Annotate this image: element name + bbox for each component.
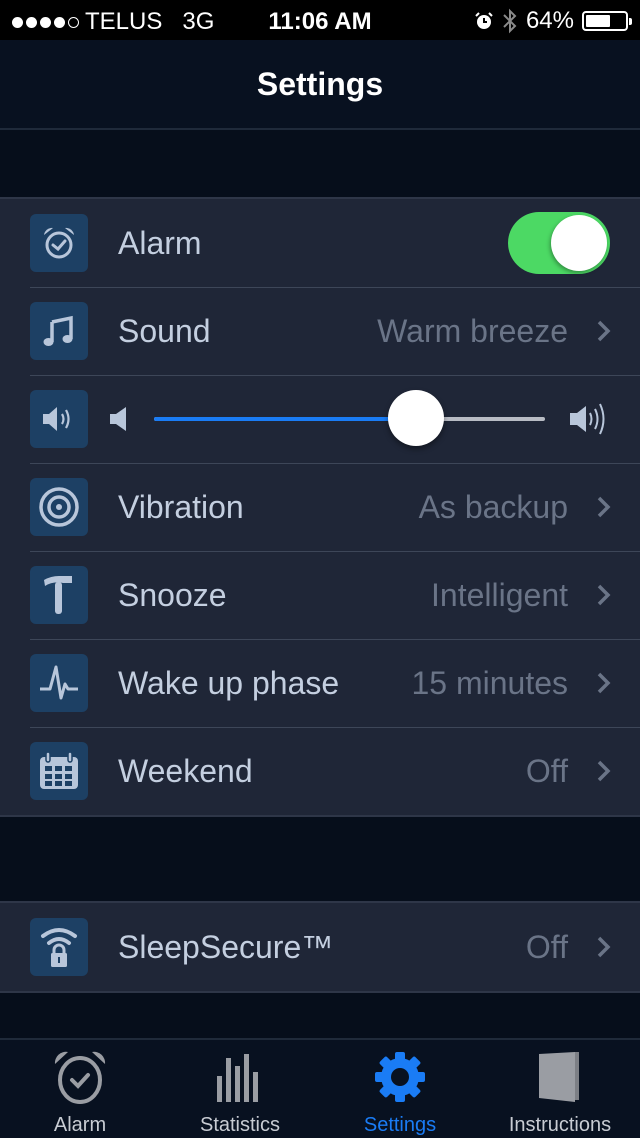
target-icon xyxy=(30,478,88,536)
snooze-value: Intelligent xyxy=(431,577,568,613)
sound-label: Sound xyxy=(118,313,211,349)
heartbeat-icon xyxy=(30,654,88,712)
speaker-icon xyxy=(30,390,88,448)
book-icon xyxy=(539,1052,579,1102)
vibration-value: As backup xyxy=(418,489,568,525)
volume-max-icon xyxy=(570,403,605,435)
alarm-clock-icon xyxy=(475,12,493,29)
chevron-right-icon xyxy=(597,760,611,782)
volume-row xyxy=(0,375,640,463)
alarm-toggle[interactable] xyxy=(508,212,610,274)
sleep-secure-value: Off xyxy=(525,929,568,965)
sound-row[interactable]: Sound Warm breeze xyxy=(0,287,640,375)
chevron-right-icon xyxy=(597,936,611,958)
tab-bar: Alarm Statistics Settings Instructions xyxy=(0,1038,640,1138)
tab-label: Instructions xyxy=(508,1114,612,1136)
tab-settings[interactable]: Settings xyxy=(320,1040,480,1138)
slider-fill xyxy=(154,417,416,421)
wifi-lock-icon xyxy=(30,918,88,976)
navigation-bar: Settings xyxy=(0,40,640,130)
weekend-value: Off xyxy=(525,753,568,789)
bar-chart-icon xyxy=(217,1054,258,1102)
tab-label: Statistics xyxy=(199,1114,281,1136)
weekend-label: Weekend xyxy=(118,753,253,789)
chevron-right-icon xyxy=(597,584,611,606)
wake-up-phase-value: 15 minutes xyxy=(411,665,568,701)
toggle-knob xyxy=(551,215,607,271)
volume-slider[interactable] xyxy=(154,390,545,446)
tab-label: Settings xyxy=(363,1114,437,1136)
wake-up-phase-row[interactable]: Wake up phase 15 minutes xyxy=(0,639,640,727)
tab-instructions[interactable]: Instructions xyxy=(480,1040,640,1138)
page-title: Settings xyxy=(256,66,384,102)
weekend-row[interactable]: Weekend Off xyxy=(0,727,640,815)
tab-statistics[interactable]: Statistics xyxy=(160,1040,320,1138)
calendar-icon xyxy=(30,742,88,800)
music-note-icon xyxy=(30,302,88,360)
volume-min-icon xyxy=(110,407,126,431)
wake-up-phase-label: Wake up phase xyxy=(118,665,340,701)
chevron-right-icon xyxy=(597,496,611,518)
snooze-row[interactable]: Snooze Intelligent xyxy=(0,551,640,639)
chevron-right-icon xyxy=(597,320,611,342)
vibration-row[interactable]: Vibration As backup xyxy=(0,463,640,551)
snooze-label: Snooze xyxy=(118,577,227,613)
alarm-label: Alarm xyxy=(118,225,202,261)
settings-group: Alarm Sound Warm breeze Vibration As bac… xyxy=(0,197,640,817)
alarm-row: Alarm xyxy=(0,199,640,287)
alarm-clock-icon xyxy=(30,214,88,272)
sleep-secure-group: SleepSecure™ Off xyxy=(0,901,640,993)
alarm-clock-icon xyxy=(54,1051,106,1104)
tab-alarm[interactable]: Alarm xyxy=(0,1040,160,1138)
chevron-right-icon xyxy=(597,672,611,694)
sleep-secure-label: SleepSecure™ xyxy=(118,929,334,965)
sound-value: Warm breeze xyxy=(377,313,568,349)
sleep-secure-row[interactable]: SleepSecure™ Off xyxy=(0,903,640,991)
vibration-label: Vibration xyxy=(118,489,244,525)
battery-percent: 64% xyxy=(525,7,574,34)
hammer-icon xyxy=(30,566,88,624)
status-bar: TELUS 3G 11:06 AM 64% xyxy=(0,0,640,40)
slider-thumb[interactable] xyxy=(387,390,444,446)
bluetooth-icon xyxy=(503,8,517,34)
tab-label: Alarm xyxy=(53,1114,107,1136)
battery-icon xyxy=(582,11,632,31)
gear-icon xyxy=(375,1052,425,1102)
